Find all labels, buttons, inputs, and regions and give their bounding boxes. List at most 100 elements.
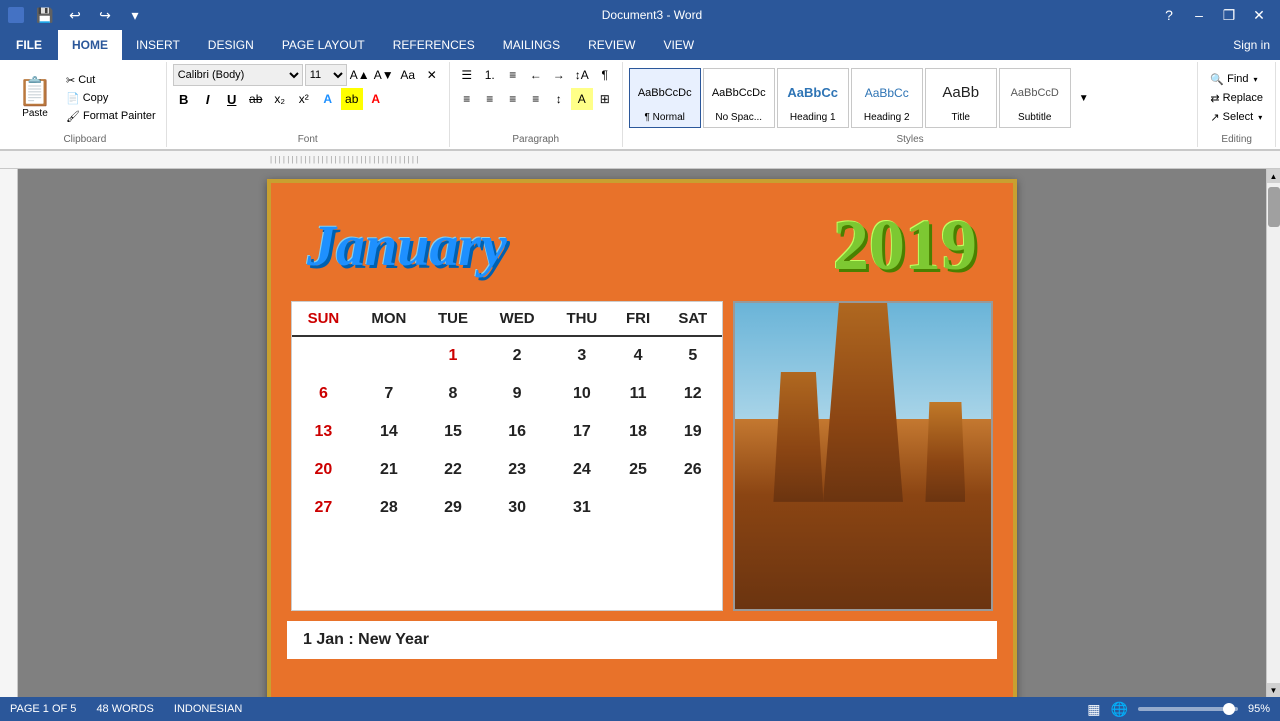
style-normal[interactable]: AaBbCcDc ¶ Normal [629,68,701,128]
style-subtitle[interactable]: AaBbCcD Subtitle [999,68,1071,128]
help-btn[interactable]: ? [1156,2,1182,28]
highlight-btn[interactable]: ab [341,88,363,110]
shading-btn[interactable]: A [571,88,593,110]
save-quick-btn[interactable]: 💾 [32,2,58,28]
bullets-btn[interactable]: ☰ [456,64,478,86]
tab-view[interactable]: VIEW [649,30,708,60]
format-painter-icon: 🖌 [66,110,80,123]
table-row: 1 2 3 4 5 [292,336,722,375]
restore-btn[interactable]: ❐ [1216,2,1242,28]
style-heading1[interactable]: AaBbCc Heading 1 [777,68,849,128]
paragraph-group: ☰ 1. ≡ ← → ↕A ¶ ≡ ≡ ≡ ≡ ↕ A ⊞ [450,62,623,147]
format-painter-button[interactable]: 🖌 Format Painter [62,108,160,125]
scroll-down-btn[interactable]: ▼ [1267,683,1280,697]
strikethrough-btn[interactable]: ab [245,88,267,110]
tab-insert[interactable]: INSERT [122,30,194,60]
text-effects-btn[interactable]: A [317,88,339,110]
cut-button[interactable]: ✂ Cut [62,72,160,89]
italic-button[interactable]: I [197,88,219,110]
style-no-spacing[interactable]: AaBbCcDc No Spac... [703,68,775,128]
ribbon: FILE HOME INSERT DESIGN PAGE LAYOUT REFE… [0,30,1280,151]
find-button[interactable]: 🔍 Find ▾ [1204,71,1263,88]
paste-icon: 📋 [18,78,53,106]
undo-btn[interactable]: ↩ [62,2,88,28]
justify-btn[interactable]: ≡ [525,88,547,110]
font-size-select[interactable]: 11 [305,64,347,86]
sign-in-link[interactable]: Sign in [1233,38,1270,52]
tab-design[interactable]: DESIGN [194,30,268,60]
style-title[interactable]: AaBb Title [925,68,997,128]
day-22: 22 [423,451,483,489]
style-heading2[interactable]: AaBbCc Heading 2 [851,68,923,128]
mesa-left [773,372,823,502]
table-row: 27 28 29 30 31 [292,489,722,527]
customize-quick-btn[interactable]: ▾ [122,2,148,28]
superscript-btn[interactable]: x² [293,88,315,110]
show-hide-btn[interactable]: ¶ [594,64,616,86]
shrink-font-btn[interactable]: A▼ [373,64,395,86]
redo-btn[interactable]: ↪ [92,2,118,28]
zoom-slider[interactable] [1138,707,1238,711]
font-color-btn[interactable]: A [365,88,387,110]
styles-more-btn[interactable]: ▼ [1073,87,1095,109]
minimize-btn[interactable]: – [1186,2,1212,28]
day-13: 13 [292,413,355,451]
replace-label: Replace [1223,92,1263,104]
align-center-btn[interactable]: ≡ [479,88,501,110]
calendar-year: 2019 [833,209,977,281]
tab-references[interactable]: REFERENCES [379,30,489,60]
borders-btn[interactable]: ⊞ [594,88,616,110]
select-dropdown-arrow: ▾ [1258,113,1262,122]
clear-format-btn[interactable]: ✕ [421,64,443,86]
day-4: 4 [613,336,664,375]
table-row: 6 7 8 9 10 11 12 [292,375,722,413]
clipboard-small-buttons: ✂ Cut 📄 Copy 🖌 Format Painter [62,64,160,132]
tab-page-layout[interactable]: PAGE LAYOUT [268,30,379,60]
font-name-select[interactable]: Calibri (Body) [173,64,303,86]
replace-button[interactable]: ⇄ Replace [1204,90,1269,107]
scroll-up-btn[interactable]: ▲ [1267,169,1280,183]
day-empty [355,336,423,375]
copy-button[interactable]: 📄 Copy [62,90,160,107]
change-case-btn[interactable]: Aa [397,64,419,86]
line-spacing-btn[interactable]: ↕ [548,88,570,110]
style-normal-preview: AaBbCcDc [638,73,692,112]
print-layout-btn[interactable]: ▦ [1087,701,1100,718]
holiday-bar: 1 Jan : New Year [287,621,997,659]
grow-font-btn[interactable]: A▲ [349,64,371,86]
day-18: 18 [613,413,664,451]
select-button[interactable]: ↗ Select ▾ [1204,109,1268,126]
paste-button[interactable]: 📋 Paste [10,64,60,132]
clipboard-label: Clipboard [10,132,160,145]
vertical-scrollbar[interactable]: ▲ ▼ [1266,169,1280,697]
tab-review[interactable]: REVIEW [574,30,649,60]
day-20: 20 [292,451,355,489]
sort-btn[interactable]: ↕A [571,64,593,86]
copy-label: Copy [83,92,109,104]
day-3: 3 [551,336,612,375]
underline-button[interactable]: U [221,88,243,110]
web-layout-btn[interactable]: 🌐 [1111,701,1128,718]
cut-icon: ✂ [66,74,75,87]
multilevel-btn[interactable]: ≡ [502,64,524,86]
align-right-btn[interactable]: ≡ [502,88,524,110]
tab-file[interactable]: FILE [0,30,58,60]
bold-button[interactable]: B [173,88,195,110]
close-btn[interactable]: ✕ [1246,2,1272,28]
increase-indent-btn[interactable]: → [548,64,570,86]
tab-home[interactable]: HOME [58,30,122,60]
align-left-btn[interactable]: ≡ [456,88,478,110]
scroll-thumb[interactable] [1268,187,1280,227]
document-scroll[interactable]: January 2019 SUN MON TUE [18,169,1266,697]
editing-group: 🔍 Find ▾ ⇄ Replace ↗ Select ▾ Editing [1198,62,1276,147]
decrease-indent-btn[interactable]: ← [525,64,547,86]
day-24: 24 [551,451,612,489]
subscript-btn[interactable]: x₂ [269,88,291,110]
header-mon: MON [355,302,423,336]
tab-mailings[interactable]: MAILINGS [489,30,574,60]
styles-group: AaBbCcDc ¶ Normal AaBbCcDc No Spac... Aa… [623,62,1199,147]
day-29: 29 [423,489,483,527]
day-16: 16 [483,413,551,451]
editing-label: Editing [1204,132,1269,145]
numbering-btn[interactable]: 1. [479,64,501,86]
